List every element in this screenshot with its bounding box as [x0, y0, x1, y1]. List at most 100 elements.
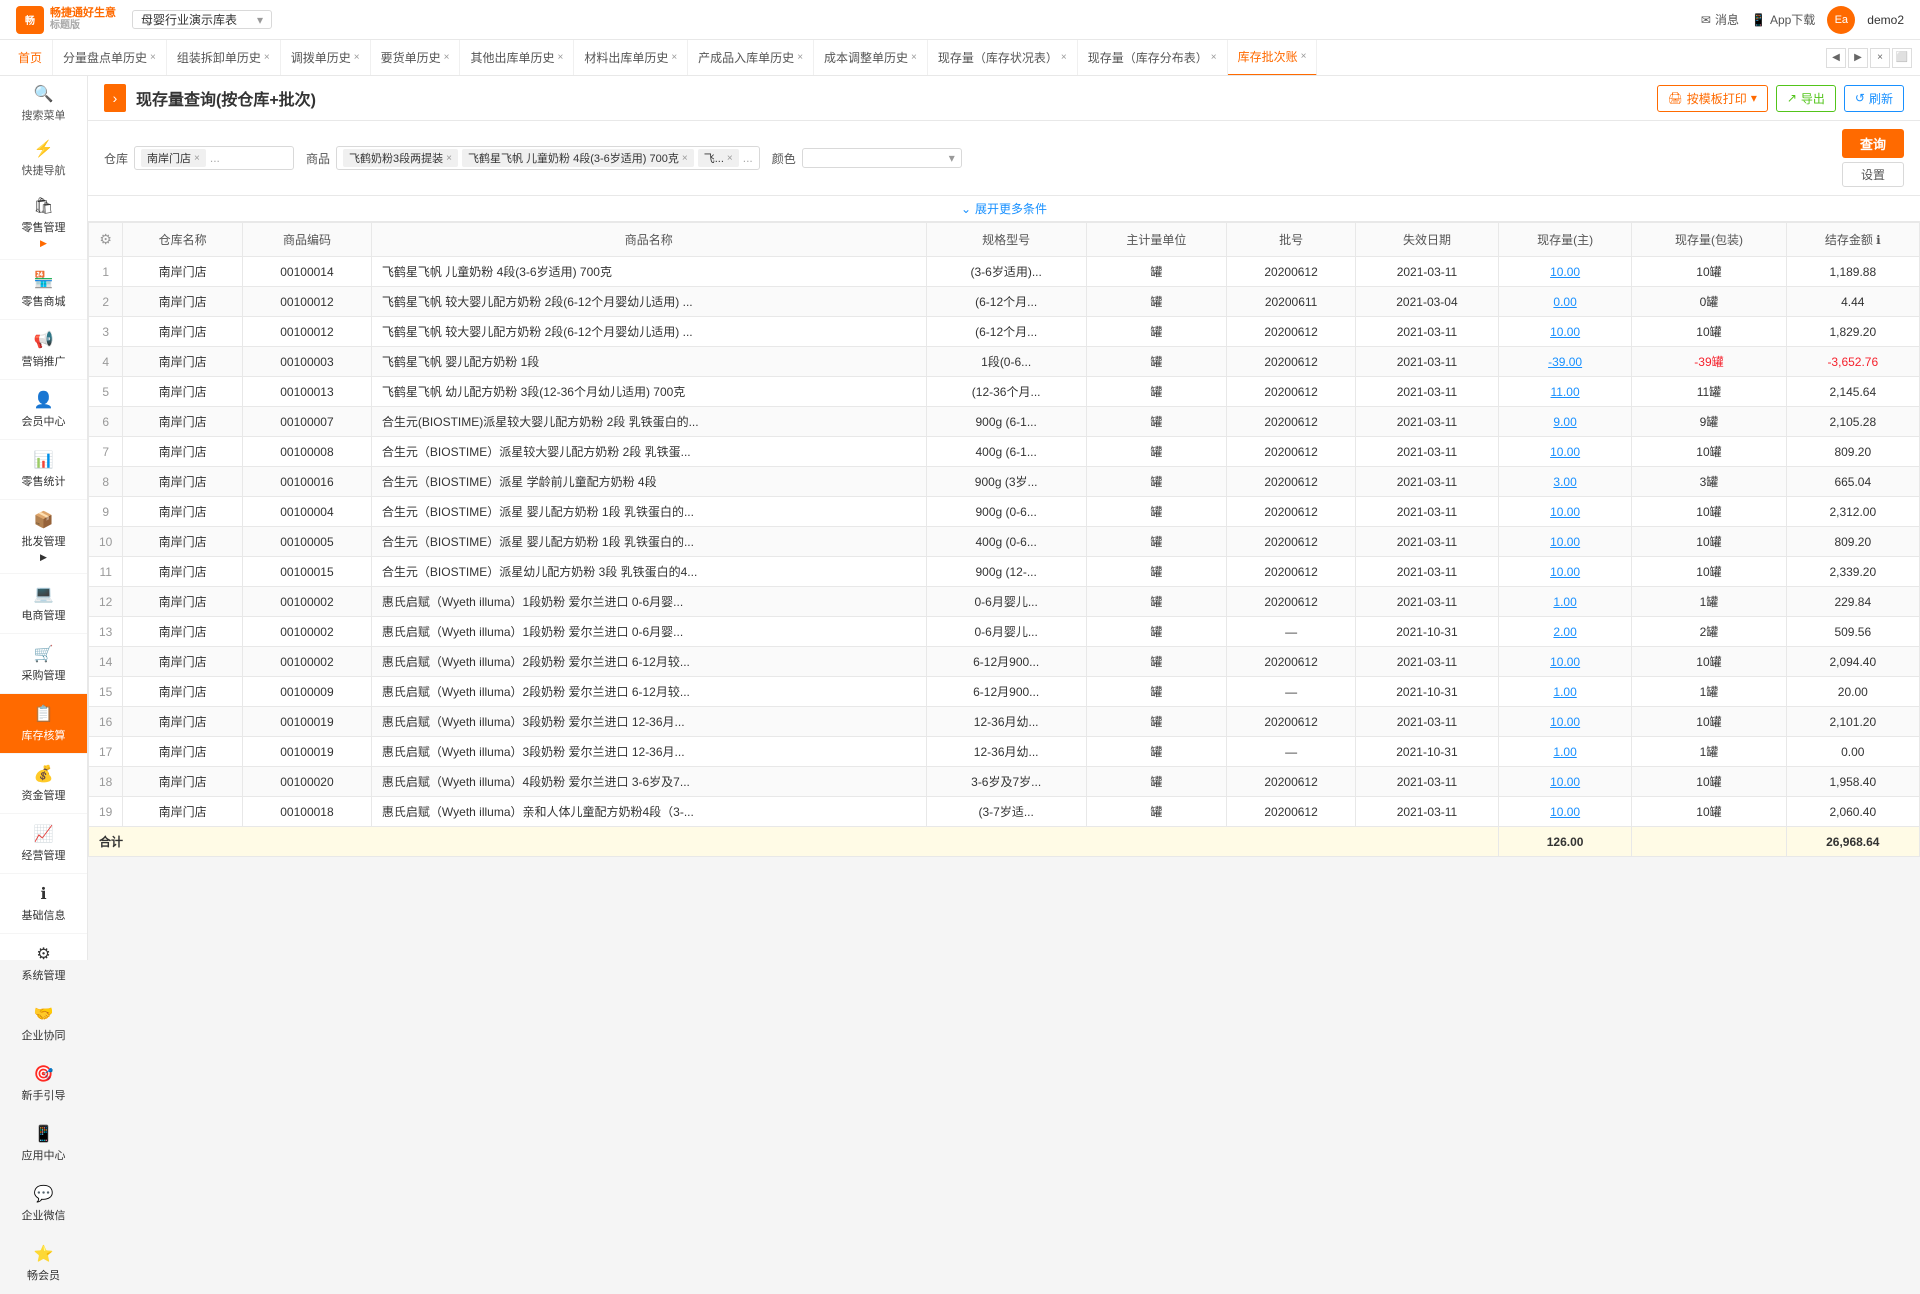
cell-qty-main[interactable]: 11.00: [1498, 377, 1631, 407]
close-tab-7[interactable]: ×: [797, 52, 803, 63]
data-table: ⚙ 仓库名称 商品编码 商品名称 规格型号 主计量单位 批号 失效日期 现存量(…: [88, 222, 1920, 857]
sidebar-item-enterprise[interactable]: 🤝 企业协同: [0, 994, 87, 1054]
sidebar-search-label: 搜索菜单: [22, 107, 66, 123]
sidebar-collapse-btn[interactable]: ›: [104, 84, 126, 112]
close-tab-4[interactable]: ×: [444, 52, 450, 63]
close-tab-9[interactable]: ×: [1061, 52, 1067, 63]
close-tab-8[interactable]: ×: [911, 52, 917, 63]
nav-prev-btn[interactable]: ◀: [1826, 48, 1846, 68]
export-btn[interactable]: ↗ 导出: [1776, 85, 1836, 112]
sidebar-item-base-info[interactable]: ℹ 基础信息: [0, 874, 87, 934]
close-tab-10[interactable]: ×: [1211, 52, 1217, 63]
sidebar-item-member[interactable]: 👤 会员中心: [0, 380, 87, 440]
cell-qty-main[interactable]: 10.00: [1498, 497, 1631, 527]
cell-qty-main[interactable]: 1.00: [1498, 587, 1631, 617]
close-tab-11[interactable]: ×: [1301, 51, 1307, 62]
cell-qty-main[interactable]: 2.00: [1498, 617, 1631, 647]
sidebar-item-wecom[interactable]: 💬 企业微信: [0, 1174, 87, 1234]
cell-qty-main[interactable]: 10.00: [1498, 527, 1631, 557]
refresh-btn[interactable]: ↺ 刷新: [1844, 85, 1904, 112]
nav-expand-tabs-btn[interactable]: ⬜: [1892, 48, 1912, 68]
messages-btn[interactable]: ✉ 消息: [1701, 11, 1739, 28]
cell-qty-main[interactable]: 9.00: [1498, 407, 1631, 437]
sidebar-item-app-center[interactable]: 📱 应用中心: [0, 1114, 87, 1174]
col-settings[interactable]: ⚙: [89, 223, 123, 257]
cell-qty-main[interactable]: 1.00: [1498, 677, 1631, 707]
product-tag-1-close[interactable]: ×: [446, 153, 452, 164]
setting-btn[interactable]: 设置: [1842, 162, 1904, 187]
nav-tab-11[interactable]: 库存批次账×: [1228, 40, 1318, 76]
sidebar-item-finance[interactable]: 💰 资金管理: [0, 754, 87, 814]
cell-expire: 2021-03-11: [1356, 527, 1499, 557]
cell-qty-main[interactable]: 1.00: [1498, 737, 1631, 767]
cell-qty-main[interactable]: 10.00: [1498, 707, 1631, 737]
product-tag-3-close[interactable]: ×: [727, 153, 733, 164]
sidebar-item-retail-mgmt[interactable]: 🛍 零售管理 ▶: [0, 186, 87, 260]
sidebar-item-guide[interactable]: 🎯 新手引导: [0, 1054, 87, 1114]
query-btn[interactable]: 查询: [1842, 129, 1904, 158]
nav-next-btn[interactable]: ▶: [1848, 48, 1868, 68]
cell-qty-main[interactable]: 0.00: [1498, 287, 1631, 317]
warehouse-ellipsis[interactable]: ...: [210, 151, 220, 165]
close-tab-1[interactable]: ×: [150, 52, 156, 63]
close-tab-2[interactable]: ×: [264, 52, 270, 63]
cell-warehouse: 南岸门店: [123, 617, 243, 647]
nav-tab-10[interactable]: 现存量（库存分布表）×: [1078, 40, 1228, 76]
user-avatar[interactable]: Ea: [1827, 6, 1855, 34]
app-download-btn[interactable]: 📱 App下载: [1751, 11, 1815, 28]
cell-qty-main[interactable]: 10.00: [1498, 767, 1631, 797]
nav-tab-5[interactable]: 其他出库单历史×: [460, 40, 574, 76]
close-tab-6[interactable]: ×: [671, 52, 677, 63]
warehouse-tag-container[interactable]: 南岸门店 × ...: [134, 146, 294, 170]
sidebar-item-system[interactable]: ⚙ 系统管理: [0, 934, 87, 994]
color-filter-container[interactable]: ▾: [802, 148, 962, 168]
cell-qty-main[interactable]: 10.00: [1498, 557, 1631, 587]
sidebar-item-vip[interactable]: ⭐ 畅会员: [0, 1234, 87, 1294]
sidebar-item-ecommerce[interactable]: 💻 电商管理: [0, 574, 87, 634]
sidebar-item-purchase[interactable]: 🛒 采购管理: [0, 634, 87, 694]
product-ellipsis[interactable]: ...: [743, 151, 753, 165]
nav-tab-home[interactable]: 首页: [8, 40, 53, 76]
settings-icon[interactable]: ⚙: [99, 231, 112, 247]
cell-qty-main[interactable]: 10.00: [1498, 647, 1631, 677]
sidebar-item-retail-mall[interactable]: 🏪 零售商城: [0, 260, 87, 320]
cell-qty-pack: 1罐: [1632, 677, 1786, 707]
cell-amount: -3,652.76: [1786, 347, 1919, 377]
nav-tab-4[interactable]: 要货单历史×: [371, 40, 461, 76]
cell-qty-main[interactable]: 10.00: [1498, 437, 1631, 467]
sidebar-item-inventory[interactable]: 📋 库存核算: [0, 694, 87, 754]
table-row: 12 南岸门店 00100002 惠氏启赋（Wyeth illuma）1段奶粉 …: [89, 587, 1920, 617]
nav-close-all-btn[interactable]: ×: [1870, 48, 1890, 68]
cell-qty-main[interactable]: 10.00: [1498, 317, 1631, 347]
product-tag-2-close[interactable]: ×: [682, 153, 688, 164]
nav-tab-8[interactable]: 成本调整单历史×: [814, 40, 928, 76]
nav-tab-9[interactable]: 现存量（库存状况表）×: [928, 40, 1078, 76]
sidebar-item-quicknav[interactable]: ⚡ 快捷导航: [0, 131, 87, 186]
close-tab-3[interactable]: ×: [354, 52, 360, 63]
table-container[interactable]: ⚙ 仓库名称 商品编码 商品名称 规格型号 主计量单位 批号 失效日期 现存量(…: [88, 222, 1920, 960]
sidebar-item-wholesale[interactable]: 📦 批发管理 ▶: [0, 500, 87, 574]
nav-tab-2[interactable]: 组装拆卸单历史×: [167, 40, 281, 76]
warehouse-tag-close[interactable]: ×: [194, 153, 200, 164]
cell-qty-main[interactable]: 10.00: [1498, 797, 1631, 827]
nav-tab-3[interactable]: 调拨单历史×: [281, 40, 371, 76]
cell-qty-main[interactable]: -39.00: [1498, 347, 1631, 377]
nav-tab-6[interactable]: 材料出库单历史×: [574, 40, 688, 76]
nav-tab-1[interactable]: 分量盘点单历史×: [53, 40, 167, 76]
sidebar-item-retail-stat[interactable]: 📊 零售统计: [0, 440, 87, 500]
product-tag-container[interactable]: 飞鹤奶粉3段两提装 × 飞鹤星飞帆 儿童奶粉 4段(3-6岁适用) 700克 ×…: [336, 146, 760, 170]
cell-spec: 12-36月幼...: [926, 707, 1086, 737]
expand-more-btn[interactable]: ⌄ 展开更多条件: [961, 200, 1047, 217]
sidebar-quicknav-label: 快捷导航: [22, 162, 66, 178]
table-row: 15 南岸门店 00100009 惠氏启赋（Wyeth illuma）2段奶粉 …: [89, 677, 1920, 707]
industry-dropdown[interactable]: 母婴行业演示库表 ▾: [132, 10, 272, 29]
cell-qty-main[interactable]: 10.00: [1498, 257, 1631, 287]
sidebar-item-marketing[interactable]: 📢 营销推广: [0, 320, 87, 380]
nav-tab-7[interactable]: 产成品入库单历史×: [688, 40, 814, 76]
cell-qty-main[interactable]: 3.00: [1498, 467, 1631, 497]
sidebar-item-operations[interactable]: 📈 经营管理: [0, 814, 87, 874]
cell-spec: (3-6岁适用)...: [926, 257, 1086, 287]
sidebar-item-search[interactable]: 🔍 搜索菜单: [0, 76, 87, 131]
print-btn[interactable]: 🖨 按模板打印 ▾: [1657, 85, 1768, 112]
close-tab-5[interactable]: ×: [557, 52, 563, 63]
